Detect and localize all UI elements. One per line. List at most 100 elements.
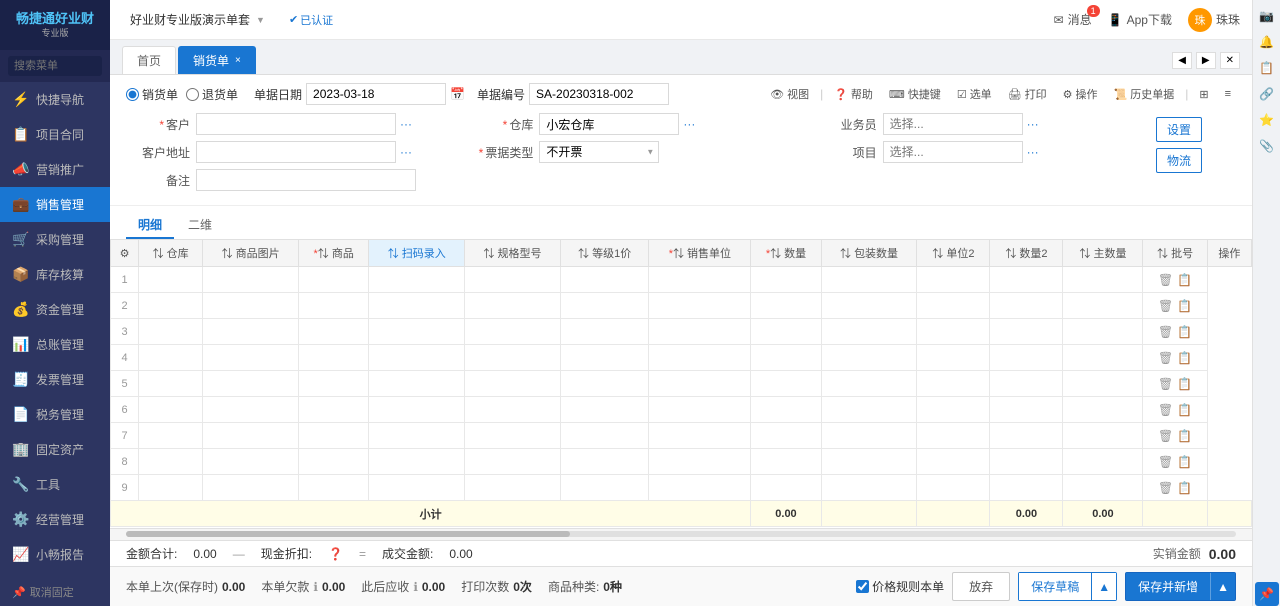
save-draft-button[interactable]: 保存草稿 <box>1019 573 1091 600</box>
table-cell[interactable] <box>990 475 1063 501</box>
table-cell[interactable] <box>298 371 368 397</box>
table-cell[interactable] <box>203 345 299 371</box>
table-cell[interactable] <box>203 267 299 293</box>
table-cell[interactable] <box>560 423 649 449</box>
copy-icon[interactable]: 📋 <box>1177 325 1192 339</box>
save-draft-dropdown[interactable]: ▲ <box>1091 573 1116 600</box>
table-cell[interactable] <box>139 293 203 319</box>
debt-info-icon[interactable]: ℹ <box>313 580 318 594</box>
radio-return-label[interactable]: 退货单 <box>186 86 238 103</box>
table-cell[interactable] <box>917 293 990 319</box>
sidebar-item-funds[interactable]: 💰 资金管理 <box>0 292 110 327</box>
sidebar-item-nav[interactable]: ⚡ 快捷导航 <box>0 82 110 117</box>
right-panel-btn-7[interactable]: 📌 <box>1255 582 1279 606</box>
set-button[interactable]: 设置 <box>1156 117 1202 142</box>
col-unit[interactable]: *⇅ 销售单位 <box>649 240 751 267</box>
col-main-qty[interactable]: ⇅ 主数量 <box>1063 240 1143 267</box>
tab-detail[interactable]: 明细 <box>126 212 174 239</box>
table-cell[interactable] <box>821 371 917 397</box>
col-warehouse[interactable]: ⇅ 仓库 <box>139 240 203 267</box>
table-cell[interactable] <box>139 371 203 397</box>
table-cell[interactable] <box>203 371 299 397</box>
table-cell[interactable] <box>369 371 465 397</box>
table-cell[interactable] <box>751 371 821 397</box>
col-settings[interactable]: ⚙ <box>111 240 139 267</box>
table-cell[interactable] <box>990 397 1063 423</box>
table-cell[interactable] <box>990 319 1063 345</box>
table-cell[interactable] <box>203 397 299 423</box>
table-cell[interactable] <box>990 371 1063 397</box>
table-cell[interactable] <box>751 319 821 345</box>
sidebar-item-invoice[interactable]: 🧾 发票管理 <box>0 362 110 397</box>
table-cell[interactable] <box>465 267 561 293</box>
sidebar-item-sales[interactable]: 💼 销售管理 <box>0 187 110 222</box>
table-cell[interactable] <box>917 319 990 345</box>
sidebar-item-tax[interactable]: 📄 税务管理 <box>0 397 110 432</box>
table-cell[interactable] <box>298 267 368 293</box>
copy-icon[interactable]: 📋 <box>1177 273 1192 287</box>
tab-sale-order[interactable]: 销货单 × <box>178 46 256 74</box>
scroll-thumb[interactable] <box>126 531 570 537</box>
table-cell[interactable] <box>751 267 821 293</box>
table-cell[interactable] <box>649 293 751 319</box>
table-cell[interactable] <box>203 293 299 319</box>
table-cell[interactable] <box>465 475 561 501</box>
col-price1[interactable]: ⇅ 等级1价 <box>560 240 649 267</box>
col-image[interactable]: ⇅ 商品图片 <box>203 240 299 267</box>
delete-icon[interactable]: 🗑 <box>1158 403 1173 417</box>
search-input[interactable] <box>8 56 102 76</box>
warehouse-input[interactable] <box>539 113 679 135</box>
table-cell[interactable] <box>560 397 649 423</box>
table-cell[interactable] <box>298 423 368 449</box>
table-cell[interactable] <box>369 475 465 501</box>
radio-sale[interactable] <box>126 88 139 101</box>
radio-sale-label[interactable]: 销货单 <box>126 86 178 103</box>
table-cell[interactable] <box>917 371 990 397</box>
table-cell[interactable] <box>821 319 917 345</box>
tab-close-all-button[interactable]: ✕ <box>1220 52 1240 69</box>
table-cell[interactable] <box>649 371 751 397</box>
table-cell[interactable] <box>990 345 1063 371</box>
table-cell[interactable] <box>751 475 821 501</box>
table-cell[interactable] <box>649 319 751 345</box>
right-panel-btn-1[interactable]: 📷 <box>1255 4 1279 28</box>
copy-icon[interactable]: 📋 <box>1177 429 1192 443</box>
question-icon[interactable]: ❓ <box>328 547 343 561</box>
table-cell[interactable] <box>751 423 821 449</box>
col-product[interactable]: *⇅ 商品 <box>298 240 368 267</box>
delete-icon[interactable]: 🗑 <box>1158 325 1173 339</box>
delete-icon[interactable]: 🗑 <box>1158 299 1173 313</box>
copy-icon[interactable]: 📋 <box>1177 481 1192 495</box>
table-cell[interactable] <box>369 423 465 449</box>
table-cell[interactable] <box>990 423 1063 449</box>
table-cell[interactable] <box>298 449 368 475</box>
table-cell[interactable] <box>821 423 917 449</box>
table-cell[interactable] <box>821 267 917 293</box>
discard-button[interactable]: 放弃 <box>952 572 1010 601</box>
message-button[interactable]: ✉ 1 消息 <box>1054 11 1092 28</box>
col-spec[interactable]: ⇅ 规格型号 <box>465 240 561 267</box>
table-cell[interactable] <box>917 423 990 449</box>
right-panel-btn-2[interactable]: 🔔 <box>1255 30 1279 54</box>
table-cell[interactable] <box>1063 475 1143 501</box>
toolbar-select-btn[interactable]: ☑ 选单 <box>952 84 997 104</box>
sidebar-item-stock[interactable]: 📦 库存核算 <box>0 257 110 292</box>
table-cell[interactable] <box>649 345 751 371</box>
table-cell[interactable] <box>369 267 465 293</box>
table-cell[interactable] <box>298 475 368 501</box>
delete-icon[interactable]: 🗑 <box>1158 273 1173 287</box>
table-cell[interactable] <box>139 319 203 345</box>
customer-dots[interactable]: ··· <box>400 117 412 131</box>
table-cell[interactable] <box>560 371 649 397</box>
sidebar-item-report[interactable]: 📈 小畅报告 <box>0 537 110 572</box>
right-panel-btn-6[interactable]: 📎 <box>1255 134 1279 158</box>
table-cell[interactable] <box>369 293 465 319</box>
save-new-button[interactable]: 保存并新增 <box>1126 573 1210 600</box>
table-cell[interactable] <box>560 345 649 371</box>
copy-icon[interactable]: 📋 <box>1177 403 1192 417</box>
invoice-select[interactable]: 不开票 增值税普通发票 增值税专用发票 <box>539 141 659 163</box>
table-cell[interactable] <box>560 319 649 345</box>
table-cell[interactable] <box>298 397 368 423</box>
table-cell[interactable] <box>139 423 203 449</box>
table-cell[interactable] <box>139 397 203 423</box>
